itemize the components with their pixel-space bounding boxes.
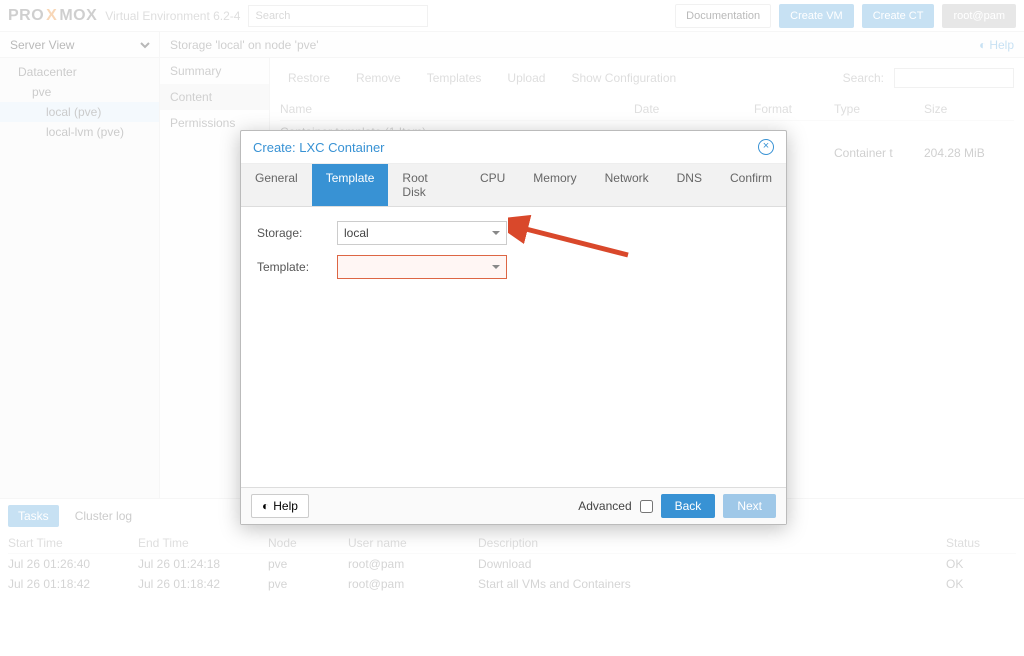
remove-button[interactable]: Remove <box>348 68 409 88</box>
dialog-title: Create: LXC Container <box>253 140 385 155</box>
panel-title: Storage 'local' on node 'pve' <box>170 38 319 52</box>
resource-tree-sidebar: Server View Datacenter pve local (pve) l… <box>0 32 160 498</box>
version-text: Virtual Environment 6.2-4 <box>105 9 240 23</box>
tab-root-disk[interactable]: Root Disk <box>388 164 466 206</box>
tasks-grid-header: Start Time End Time Node User name Descr… <box>8 533 1016 554</box>
top-header: PROXMOX Virtual Environment 6.2-4 Docume… <box>0 0 1024 32</box>
subnav-content[interactable]: Content <box>160 84 269 110</box>
subnav-summary[interactable]: Summary <box>160 58 269 84</box>
documentation-button[interactable]: Documentation <box>675 4 771 28</box>
tab-confirm[interactable]: Confirm <box>716 164 786 206</box>
storage-combo[interactable]: local <box>337 221 507 245</box>
content-search-input[interactable] <box>894 68 1014 88</box>
view-selector[interactable]: Server View <box>0 32 159 58</box>
tree-node-pve[interactable]: pve <box>0 82 159 102</box>
close-icon[interactable]: × <box>758 139 774 155</box>
restore-button[interactable]: Restore <box>280 68 338 88</box>
app-logo: PROXMOX <box>8 7 97 25</box>
templates-button[interactable]: Templates <box>419 68 490 88</box>
tasks-tab[interactable]: Tasks <box>8 505 59 527</box>
advanced-checkbox[interactable] <box>640 500 653 513</box>
global-search-input[interactable] <box>248 5 428 27</box>
upload-button[interactable]: Upload <box>499 68 553 88</box>
panel-help-button[interactable]: ◐ Help <box>979 38 1014 52</box>
tab-cpu[interactable]: CPU <box>466 164 519 206</box>
wizard-tabs: General Template Root Disk CPU Memory Ne… <box>241 163 786 207</box>
advanced-label: Advanced <box>578 499 631 513</box>
template-label: Template: <box>257 260 337 274</box>
tab-general[interactable]: General <box>241 164 312 206</box>
create-lxc-dialog: Create: LXC Container × General Template… <box>240 130 787 525</box>
user-menu-button[interactable]: root@pam <box>942 4 1016 28</box>
show-config-button[interactable]: Show Configuration <box>563 68 684 88</box>
search-label: Search: <box>843 71 884 85</box>
tab-network[interactable]: Network <box>591 164 663 206</box>
view-select[interactable]: Server View <box>6 37 153 53</box>
create-ct-button[interactable]: Create CT <box>862 4 935 28</box>
task-row[interactable]: Jul 26 01:26:40 Jul 26 01:24:18 pve root… <box>8 554 1016 574</box>
content-grid-header: Name Date Format Type Size <box>280 98 1014 121</box>
tree-datacenter[interactable]: Datacenter <box>0 62 159 82</box>
cluster-log-tab[interactable]: Cluster log <box>65 505 142 527</box>
tree-storage-local-lvm[interactable]: local-lvm (pve) <box>0 122 159 142</box>
tab-template[interactable]: Template <box>312 164 389 206</box>
tab-dns[interactable]: DNS <box>663 164 716 206</box>
create-vm-button[interactable]: Create VM <box>779 4 854 28</box>
task-row[interactable]: Jul 26 01:18:42 Jul 26 01:18:42 pve root… <box>8 574 1016 594</box>
storage-label: Storage: <box>257 226 337 240</box>
dialog-help-button[interactable]: ◐ Help <box>251 494 309 518</box>
back-button[interactable]: Back <box>661 494 716 518</box>
tree-storage-local[interactable]: local (pve) <box>0 102 159 122</box>
template-combo[interactable] <box>337 255 507 279</box>
next-button[interactable]: Next <box>723 494 776 518</box>
tab-memory[interactable]: Memory <box>519 164 590 206</box>
